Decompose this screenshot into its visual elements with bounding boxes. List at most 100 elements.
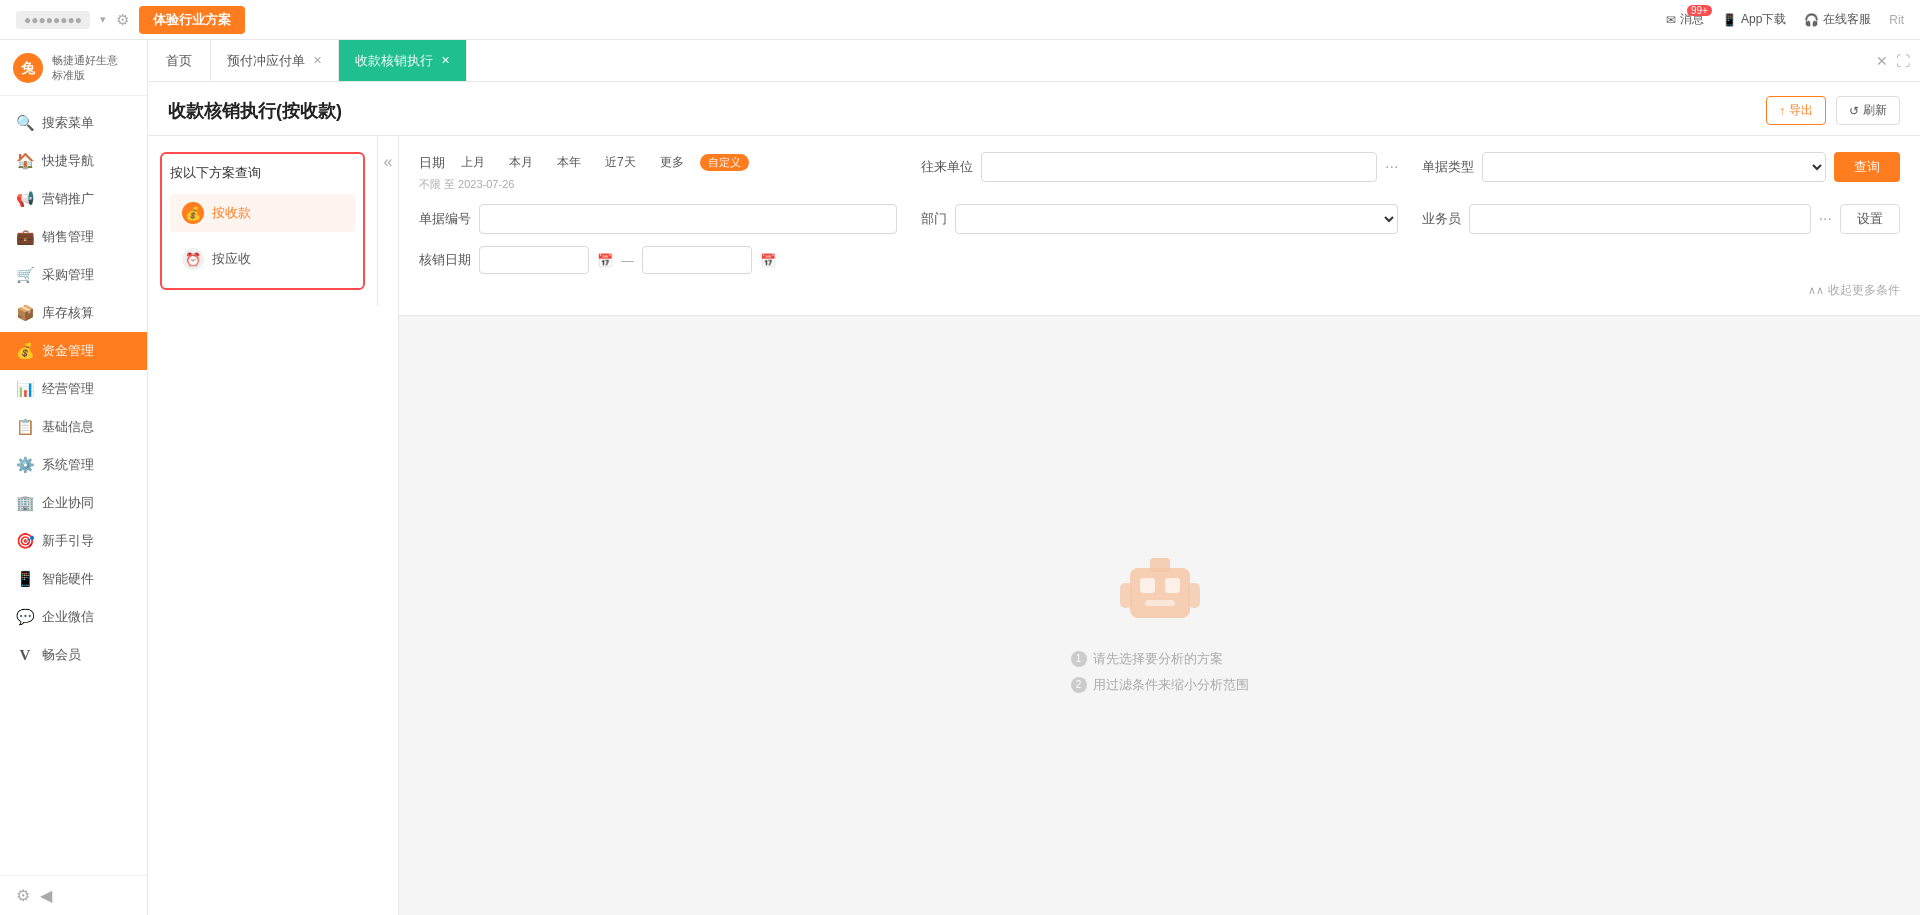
solution-button[interactable]: 体验行业方案 xyxy=(139,6,245,34)
sidebar-label-marketing: 营销推广 xyxy=(42,190,94,208)
sidebar-item-enterprise[interactable]: 🏢 企业协同 xyxy=(0,484,147,522)
user-name[interactable]: Rit xyxy=(1889,13,1904,27)
settings-icon[interactable]: ⚙ xyxy=(116,11,129,29)
sidebar-item-wechat[interactable]: 💬 企业微信 xyxy=(0,598,147,636)
sidebar-label-member: 畅会员 xyxy=(42,646,81,664)
partner-ellipsis[interactable]: ··· xyxy=(1385,158,1398,176)
tab-actions: ✕ ⛶ xyxy=(1866,40,1920,81)
sidebar-item-quick-nav[interactable]: 🏠 快捷导航 xyxy=(0,142,147,180)
salesperson-input[interactable] xyxy=(1469,204,1810,234)
sidebar-label-purchase: 采购管理 xyxy=(42,266,94,284)
sidebar-item-smart-hw[interactable]: 📱 智能硬件 xyxy=(0,560,147,598)
tab-prepay[interactable]: 预付冲应付单 ✕ xyxy=(211,40,339,81)
partner-label: 往来单位 xyxy=(921,158,973,176)
date-btn-more[interactable]: 更多 xyxy=(652,152,692,173)
app-download-btn[interactable]: 📱 App下载 xyxy=(1722,11,1786,28)
svg-rect-3 xyxy=(1140,578,1155,593)
collapse-more-row: ∧∧ 收起更多条件 xyxy=(419,282,1900,299)
cal-start-icon[interactable]: 📅 xyxy=(597,253,613,268)
tab-bar: 首页 预付冲应付单 ✕ 收款核销执行 ✕ ✕ ⛶ xyxy=(148,40,1920,82)
dept-field: 部门 xyxy=(921,204,1399,234)
brand-dropdown[interactable]: ▾ xyxy=(100,13,106,26)
sidebar-item-operation[interactable]: 📊 经营管理 xyxy=(0,370,147,408)
sidebar-item-search[interactable]: 🔍 搜索菜单 xyxy=(0,104,147,142)
salesperson-ellipsis[interactable]: ··· xyxy=(1819,210,1832,228)
enterprise-icon: 🏢 xyxy=(16,494,34,512)
home-icon: 🏠 xyxy=(16,152,34,170)
date-btn-this-year[interactable]: 本年 xyxy=(549,152,589,173)
order-no-input[interactable] xyxy=(479,204,897,234)
top-bar-left: ●●●●●●●● ▾ ⚙ 体验行业方案 xyxy=(16,6,245,34)
date-btn-7days[interactable]: 近7天 xyxy=(597,152,644,173)
bottom-settings-icon[interactable]: ⚙ xyxy=(16,886,30,905)
message-btn[interactable]: ✉ 消息 99+ xyxy=(1666,11,1704,28)
sidebar-item-basic-info[interactable]: 📋 基础信息 xyxy=(0,408,147,446)
date-btn-this-month[interactable]: 本月 xyxy=(501,152,541,173)
order-no-label: 单据编号 xyxy=(419,210,471,228)
verify-date-start[interactable]: 2023-03-01 xyxy=(479,246,589,274)
top-bar-right: ✉ 消息 99+ 📱 App下载 🎧 在线客服 Rit xyxy=(1666,11,1904,28)
app-icon: 📱 xyxy=(1722,13,1737,27)
tab-close-icon[interactable]: ✕ xyxy=(1876,53,1888,69)
filter-option-receivable-label: 按应收 xyxy=(212,250,251,268)
collapse-panel-btn[interactable]: « xyxy=(378,152,398,172)
tab-spacer xyxy=(467,40,1866,81)
filter-option-by-receipt[interactable]: 💰 按收款 xyxy=(170,194,355,232)
date-btn-last-month[interactable]: 上月 xyxy=(453,152,493,173)
tab-receipts[interactable]: 收款核销执行 ✕ xyxy=(339,40,467,81)
order-no-field: 单据编号 xyxy=(419,204,897,234)
sidebar-item-sales[interactable]: 💼 销售管理 xyxy=(0,218,147,256)
export-button[interactable]: ↑ 导出 xyxy=(1766,96,1826,125)
sidebar-label-enterprise: 企业协同 xyxy=(42,494,94,512)
refresh-button[interactable]: ↺ 刷新 xyxy=(1836,96,1900,125)
filter-options: 💰 按收款 ⏰ 按应收 xyxy=(170,194,355,278)
doc-type-field: 单据类型 查询 xyxy=(1422,152,1900,182)
step1-text: 请先选择要分析的方案 xyxy=(1093,650,1223,668)
cal-end-icon[interactable]: 📅 xyxy=(760,253,776,268)
dept-select[interactable] xyxy=(955,204,1399,234)
refresh-icon: ↺ xyxy=(1849,104,1859,118)
tab-expand-icon[interactable]: ⛶ xyxy=(1896,53,1910,69)
verify-date-end[interactable]: 2023-07-21 xyxy=(642,246,752,274)
export-label: 导出 xyxy=(1789,102,1813,119)
verify-date-label: 核销日期 xyxy=(419,251,471,269)
app-download-label: App下载 xyxy=(1741,11,1786,28)
date-custom-badge[interactable]: 自定义 xyxy=(700,154,749,171)
filter-left-panel: 按以下方案查询 💰 按收款 ⏰ 按应收 xyxy=(148,136,378,306)
svg-rect-6 xyxy=(1150,558,1170,572)
system-icon: ⚙️ xyxy=(16,456,34,474)
filter-panel-wrapper: 按以下方案查询 💰 按收款 ⏰ 按应收 « xyxy=(148,136,399,915)
wechat-icon: 💬 xyxy=(16,608,34,626)
tab-home-label: 首页 xyxy=(166,52,192,70)
settings-button[interactable]: 设置 xyxy=(1840,204,1900,234)
query-button[interactable]: 查询 xyxy=(1834,152,1900,182)
filter-row-2: 单据编号 部门 业务员 xyxy=(419,204,1900,234)
sidebar-item-purchase[interactable]: 🛒 采购管理 xyxy=(0,256,147,294)
capital-icon: 💰 xyxy=(16,342,34,360)
sidebar-item-guide[interactable]: 🎯 新手引导 xyxy=(0,522,147,560)
partner-field: 往来单位 ··· xyxy=(921,152,1399,182)
sidebar-item-capital[interactable]: 💰 资金管理 xyxy=(0,332,147,370)
online-service-btn[interactable]: 🎧 在线客服 xyxy=(1804,11,1871,28)
sidebar-item-member[interactable]: V 畅会员 xyxy=(0,636,147,674)
sidebar-item-system[interactable]: ⚙️ 系统管理 xyxy=(0,446,147,484)
tab-prepay-close[interactable]: ✕ xyxy=(313,54,322,67)
edition-label: 标准版 xyxy=(52,68,118,82)
page-title: 收款核销执行(按收款) xyxy=(168,99,342,123)
partner-input[interactable] xyxy=(981,152,1377,182)
sidebar-item-inventory[interactable]: 📦 库存核算 xyxy=(0,294,147,332)
date-label: 日期 xyxy=(419,154,445,172)
svg-rect-4 xyxy=(1165,578,1180,593)
filter-row-3: 核销日期 2023-03-01 📅 — 2023-07-21 📅 xyxy=(419,246,1900,274)
bottom-collapse-icon[interactable]: ◀ xyxy=(40,886,52,905)
collapse-more-btn[interactable]: 收起更多条件 xyxy=(1828,282,1900,299)
sidebar-label-sales: 销售管理 xyxy=(42,228,94,246)
tab-receipts-close[interactable]: ✕ xyxy=(441,54,450,67)
filter-panel-title: 按以下方案查询 xyxy=(170,164,355,182)
tab-home[interactable]: 首页 xyxy=(148,40,211,81)
sidebar-label-smart-hw: 智能硬件 xyxy=(42,570,94,588)
filter-option-by-receivable[interactable]: ⏰ 按应收 xyxy=(170,240,355,278)
sidebar-item-marketing[interactable]: 📢 营销推广 xyxy=(0,180,147,218)
salesperson-label: 业务员 xyxy=(1422,210,1461,228)
doc-type-select[interactable] xyxy=(1482,152,1826,182)
